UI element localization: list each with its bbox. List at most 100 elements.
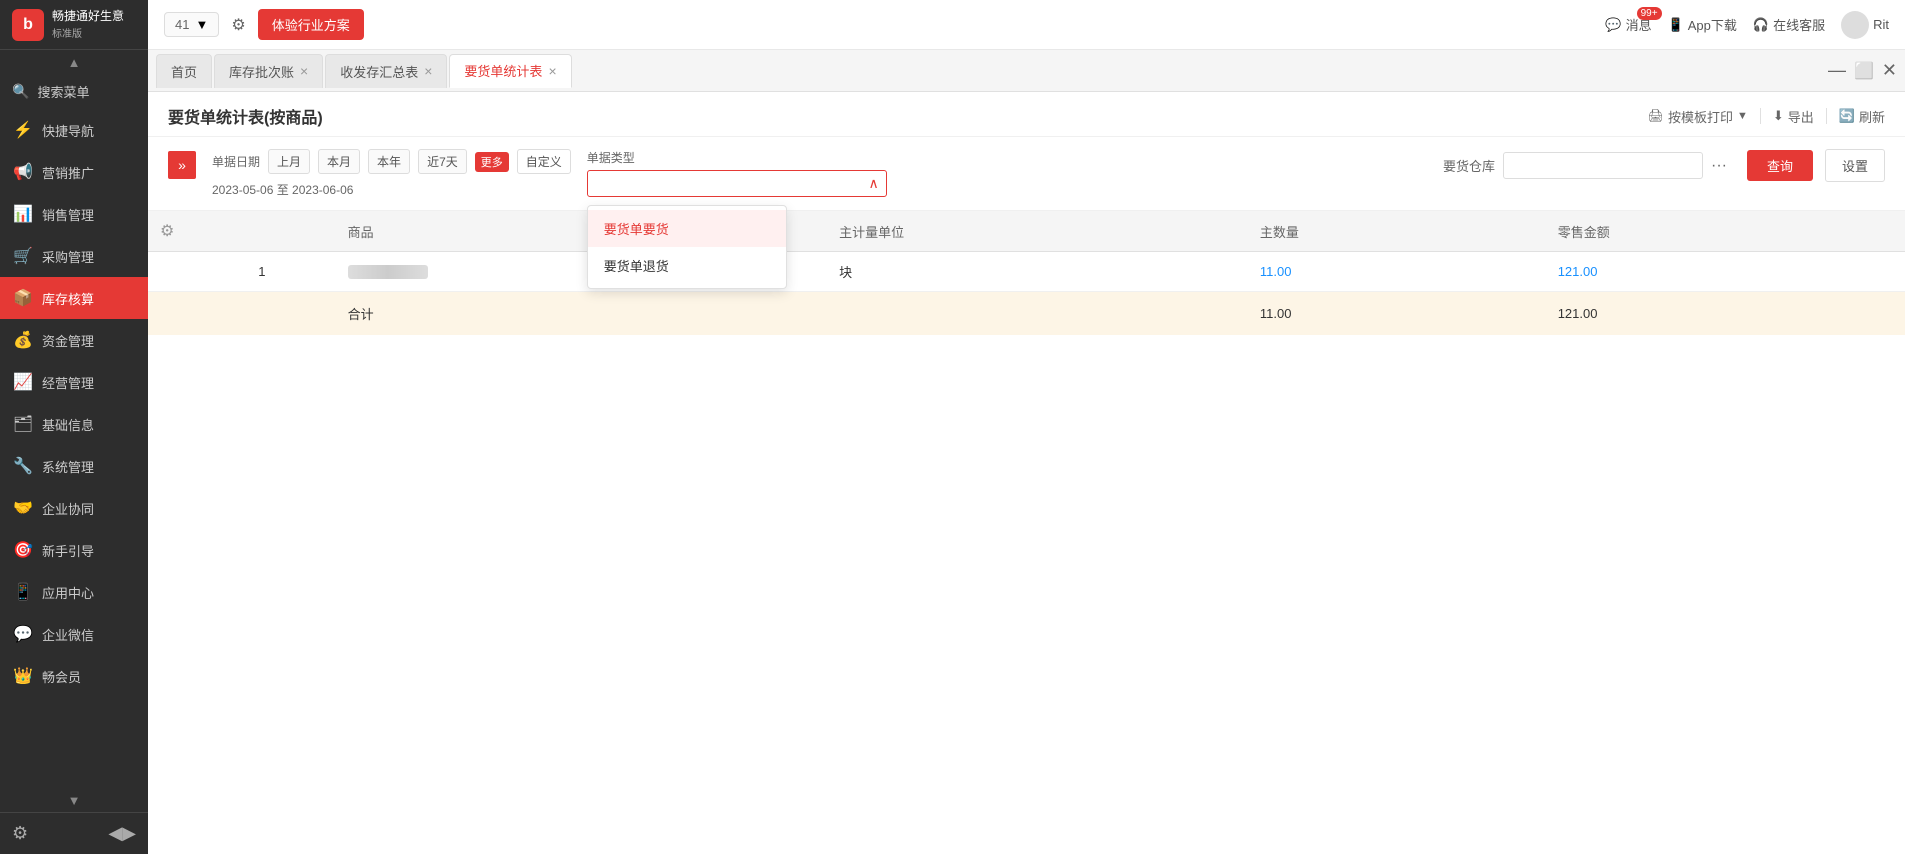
sidebar-bottom: ⚙ ◀▶ [0, 812, 148, 854]
amount-link[interactable]: 121.00 [1558, 264, 1598, 279]
header: 41 ▼ ⚙ 体验行业方案 💬 消息 99+ 📱 App下载 🎧 在线客服 Ri… [148, 0, 1905, 50]
dropdown-item-order-goods[interactable]: 要货单要货 [588, 210, 786, 247]
sidebar-item-system[interactable]: 🔧 系统管理 [0, 445, 148, 487]
warehouse-group: 要货仓库 ··· 查询 设置 [1443, 149, 1885, 182]
tab-close-receive-summary[interactable]: × [424, 63, 432, 79]
th-unit: 主计量单位 [827, 211, 1248, 252]
tab-home[interactable]: 首页 [156, 54, 212, 88]
header-gear-icon[interactable]: ⚙ [231, 15, 245, 35]
online-service-label: 在线客服 [1773, 15, 1825, 34]
quick-nav-icon: ⚡ [12, 119, 34, 141]
vip-icon: 👑 [12, 665, 34, 687]
filter-expand-btn[interactable]: » [168, 151, 196, 179]
selector-text: 41 [175, 17, 189, 32]
sidebar-item-base[interactable]: 🗂 基础信息 [0, 403, 148, 445]
online-service-btn[interactable]: 🎧 在线客服 [1753, 15, 1825, 34]
print-btn[interactable]: 🖨 按模板打印 ▼ [1647, 107, 1747, 126]
column-settings-icon[interactable]: ⚙ [160, 223, 174, 240]
minimize-btn[interactable]: — [1828, 60, 1846, 81]
scroll-down-arrow[interactable]: ▼ [0, 788, 148, 812]
type-filter-input[interactable] [587, 170, 887, 197]
sidebar-item-vip[interactable]: 👑 畅会员 [0, 655, 148, 697]
warehouse-input[interactable] [1503, 152, 1703, 179]
dropdown-item-order-return[interactable]: 要货单退货 [588, 247, 786, 284]
sidebar-item-purchase[interactable]: 🛒 采购管理 [0, 235, 148, 277]
type-dropdown-arrow[interactable]: ∧ [869, 175, 879, 192]
sidebar-label-quick-nav: 快捷导航 [42, 121, 94, 140]
date-last-month-btn[interactable]: 上月 [268, 149, 310, 174]
date-this-month-btn[interactable]: 本月 [318, 149, 360, 174]
row-quantity: 11.00 [1248, 252, 1546, 292]
tab-inventory-batch[interactable]: 库存批次账 × [214, 54, 323, 88]
company-selector[interactable]: 41 ▼ [164, 12, 219, 37]
sidebar-label-marketing: 营销推广 [42, 163, 94, 182]
sidebar-label-wechat: 企业微信 [42, 625, 94, 644]
sidebar-item-quick-nav[interactable]: ⚡ 快捷导航 [0, 109, 148, 151]
total-label-cell: 合计 [336, 292, 828, 336]
tab-order-stats[interactable]: 要货单统计表× [449, 54, 571, 88]
type-dropdown: 要货单要货 要货单退货 [587, 205, 787, 289]
page-header: 要货单统计表(按商品) 🖨 按模板打印 ▼ ⬇ 导出 🔄 刷新 [148, 92, 1905, 137]
type-filter-group: 单据类型 ∧ 要货单要货 要货单退货 [587, 149, 887, 197]
table-head: ⚙ 商品 主计量单位 主数量 零售金额 [148, 211, 1905, 252]
query-btn[interactable]: 查询 [1747, 150, 1813, 181]
refresh-btn[interactable]: 🔄 刷新 [1839, 107, 1885, 126]
sidebar-item-finance[interactable]: 💰 资金管理 [0, 319, 148, 361]
warehouse-more-icon[interactable]: ··· [1711, 157, 1727, 175]
row-settings-cell [148, 252, 188, 292]
date-range-text: 2023-05-06 至 2023-06-06 [212, 181, 571, 198]
quantity-link[interactable]: 11.00 [1260, 264, 1292, 279]
sidebar-item-wechat[interactable]: 💬 企业微信 [0, 613, 148, 655]
sidebar-items: ⚡ 快捷导航 📢 营销推广 📊 销售管理 🛒 采购管理 📦 库存核算 💰 资金管… [0, 109, 148, 697]
maximize-btn[interactable]: ⬜ [1854, 61, 1874, 81]
tab-label-home: 首页 [171, 62, 197, 81]
sidebar-item-operation[interactable]: 📈 经营管理 [0, 361, 148, 403]
tab-receive-summary[interactable]: 收发存汇总表× [325, 54, 447, 88]
date-filter-label: 单据日期 [212, 153, 260, 170]
purchase-icon: 🛒 [12, 245, 34, 267]
sidebar-item-marketing[interactable]: 📢 营销推广 [0, 151, 148, 193]
date-more-btn[interactable]: 更多 [475, 152, 509, 172]
header-right: 💬 消息 99+ 📱 App下载 🎧 在线客服 Rit [1605, 11, 1889, 39]
date-filter-group: 单据日期 上月 本月 本年 近7天 更多 自定义 2023-05-06 至 20… [212, 149, 571, 198]
row-unit: 块 [827, 252, 1248, 292]
marketing-icon: 📢 [12, 161, 34, 183]
set-btn[interactable]: 设置 [1825, 149, 1885, 182]
sidebar-item-guide[interactable]: 🎯 新手引导 [0, 529, 148, 571]
app-title: 畅捷通好生意 [52, 9, 124, 25]
close-all-btn[interactable]: ✕ [1882, 60, 1897, 81]
goods-blurred [348, 265, 428, 279]
sidebar-item-app-center[interactable]: 📱 应用中心 [0, 571, 148, 613]
app-download-btn[interactable]: 📱 App下载 [1668, 15, 1737, 34]
wechat-icon: 💬 [12, 623, 34, 645]
sidebar-item-enterprise[interactable]: 🤝 企业协同 [0, 487, 148, 529]
sidebar-label-vip: 畅会员 [42, 667, 81, 686]
date-custom-btn[interactable]: 自定义 [517, 149, 571, 174]
date-this-year-btn[interactable]: 本年 [368, 149, 410, 174]
base-icon: 🗂 [12, 413, 34, 435]
type-input-wrap: ∧ [587, 170, 887, 197]
sidebar-search[interactable]: 🔍 搜索菜单 [0, 74, 148, 109]
message-btn[interactable]: 💬 消息 99+ [1605, 15, 1651, 34]
scroll-up-arrow[interactable]: ▲ [0, 50, 148, 74]
tab-close-order-stats[interactable]: × [548, 63, 556, 79]
tab-close-inventory-batch[interactable]: × [300, 63, 308, 79]
header-left: 41 ▼ ⚙ 体验行业方案 [164, 9, 364, 40]
sidebar-item-sales[interactable]: 📊 销售管理 [0, 193, 148, 235]
logo-icon: b [12, 9, 44, 41]
sidebar-label-system: 系统管理 [42, 457, 94, 476]
filter-bar: » 单据日期 上月 本月 本年 近7天 更多 自定义 2023-05-06 至 … [148, 137, 1905, 211]
sidebar-item-inventory[interactable]: 📦 库存核算 [0, 277, 148, 319]
export-btn[interactable]: ⬇ 导出 [1773, 107, 1814, 126]
date-last-7-days-btn[interactable]: 近7天 [418, 149, 467, 174]
type-filter-label: 单据类型 [587, 149, 887, 166]
table-wrap: ⚙ 商品 主计量单位 主数量 零售金额 1 块 11.00 121.00 [148, 211, 1905, 335]
operation-icon: 📈 [12, 371, 34, 393]
message-badge: 99+ [1637, 7, 1662, 20]
user-avatar-btn[interactable]: Rit [1841, 11, 1889, 39]
total-row: 合计 11.00 121.00 [148, 292, 1905, 336]
settings-icon[interactable]: ⚙ [12, 823, 28, 844]
trial-btn[interactable]: 体验行业方案 [258, 9, 364, 40]
tab-label-inventory-batch: 库存批次账 [229, 62, 294, 81]
collapse-icon[interactable]: ◀▶ [108, 823, 136, 844]
